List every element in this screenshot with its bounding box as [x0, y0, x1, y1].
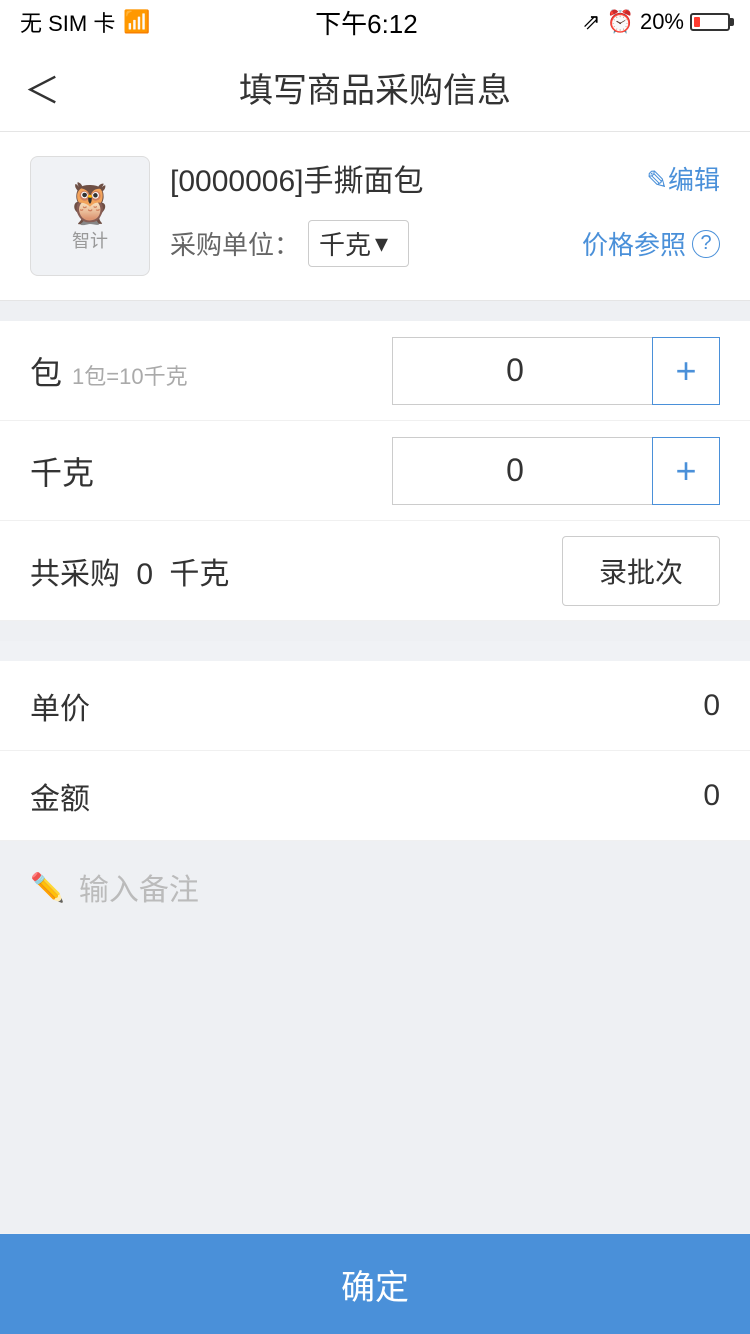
kg-input-group: +	[392, 437, 720, 505]
kg-quantity-input[interactable]	[392, 437, 652, 505]
carrier-text: 无 SIM 卡	[20, 6, 115, 38]
bag-input-row: 包 1包=10千克 +	[0, 321, 750, 421]
product-name: [0000006]手撕面包	[170, 156, 423, 200]
section-divider-1	[0, 301, 750, 321]
battery-icon	[690, 13, 730, 31]
amount-row: 金额 0	[0, 751, 750, 841]
wifi-icon: 📶	[123, 9, 150, 35]
battery-percent: 20%	[640, 9, 684, 35]
location-icon: ⇗	[582, 9, 600, 35]
page-title: 填写商品采购信息	[239, 63, 511, 112]
dropdown-icon: ▾	[375, 228, 388, 259]
product-edit-button[interactable]: ✎编辑	[646, 160, 720, 197]
total-label: 共采购 0 千克	[30, 549, 229, 593]
product-info: [0000006]手撕面包 ✎编辑 采购单位： 千克 ▾ 价格参照 ?	[170, 156, 720, 267]
confirm-button[interactable]: 确定	[0, 1234, 750, 1334]
amount-value: 0	[703, 779, 720, 813]
unit-value: 千克	[319, 225, 371, 262]
unit-price-label: 单价	[30, 684, 90, 728]
total-row: 共采购 0 千克 录批次	[0, 521, 750, 621]
pencil-icon: ✏️	[30, 871, 65, 904]
section-divider-2	[0, 621, 750, 641]
kg-input-row: 千克 +	[0, 421, 750, 521]
confirm-button-label: 确定	[341, 1260, 409, 1309]
price-ref-label: 价格参照	[582, 225, 686, 262]
kg-label: 千克	[30, 448, 94, 494]
status-bar: 无 SIM 卡 📶 下午6:12 ⇗ ⏰ 20%	[0, 0, 750, 44]
nav-header: ＜ 填写商品采购信息	[0, 44, 750, 132]
bag-input-group: +	[392, 337, 720, 405]
product-card: 🦉 智计 [0000006]手撕面包 ✎编辑 采购单位： 千克 ▾ 价格参照 ?	[0, 132, 750, 301]
price-ref-icon: ?	[692, 230, 720, 258]
status-bar-right: ⇗ ⏰ 20%	[582, 9, 730, 35]
price-section: 单价 0 金额 0	[0, 661, 750, 841]
bag-sub-label: 1包=10千克	[72, 359, 188, 391]
total-amount: 0	[136, 558, 153, 591]
product-thumb-label: 智计	[72, 227, 108, 253]
back-button[interactable]: ＜	[24, 62, 60, 114]
bag-plus-button[interactable]: +	[652, 337, 720, 405]
note-placeholder: 输入备注	[79, 865, 199, 909]
input-section: 包 1包=10千克 + 千克 + 共采购 0 千克 录批次	[0, 321, 750, 621]
product-thumb-icon: 🦉	[65, 180, 115, 227]
content-body	[0, 933, 750, 1233]
status-bar-time: 下午6:12	[315, 4, 418, 41]
product-info-bottom: 采购单位： 千克 ▾ 价格参照 ?	[170, 220, 720, 267]
unit-price-value: 0	[703, 689, 720, 723]
price-ref-button[interactable]: 价格参照 ?	[582, 225, 720, 262]
bag-label: 包 1包=10千克	[30, 348, 188, 394]
status-bar-left: 无 SIM 卡 📶	[20, 6, 151, 38]
bag-quantity-input[interactable]	[392, 337, 652, 405]
record-batch-button[interactable]: 录批次	[562, 536, 720, 606]
product-info-top: [0000006]手撕面包 ✎编辑	[170, 156, 720, 200]
product-thumbnail: 🦉 智计	[30, 156, 150, 276]
kg-plus-button[interactable]: +	[652, 437, 720, 505]
unit-price-row: 单价 0	[0, 661, 750, 751]
unit-select[interactable]: 千克 ▾	[308, 220, 409, 267]
alarm-icon: ⏰	[607, 9, 634, 35]
unit-label: 采购单位： 千克 ▾	[170, 220, 409, 267]
note-section[interactable]: ✏️ 输入备注	[0, 841, 750, 933]
amount-label: 金额	[30, 774, 90, 818]
